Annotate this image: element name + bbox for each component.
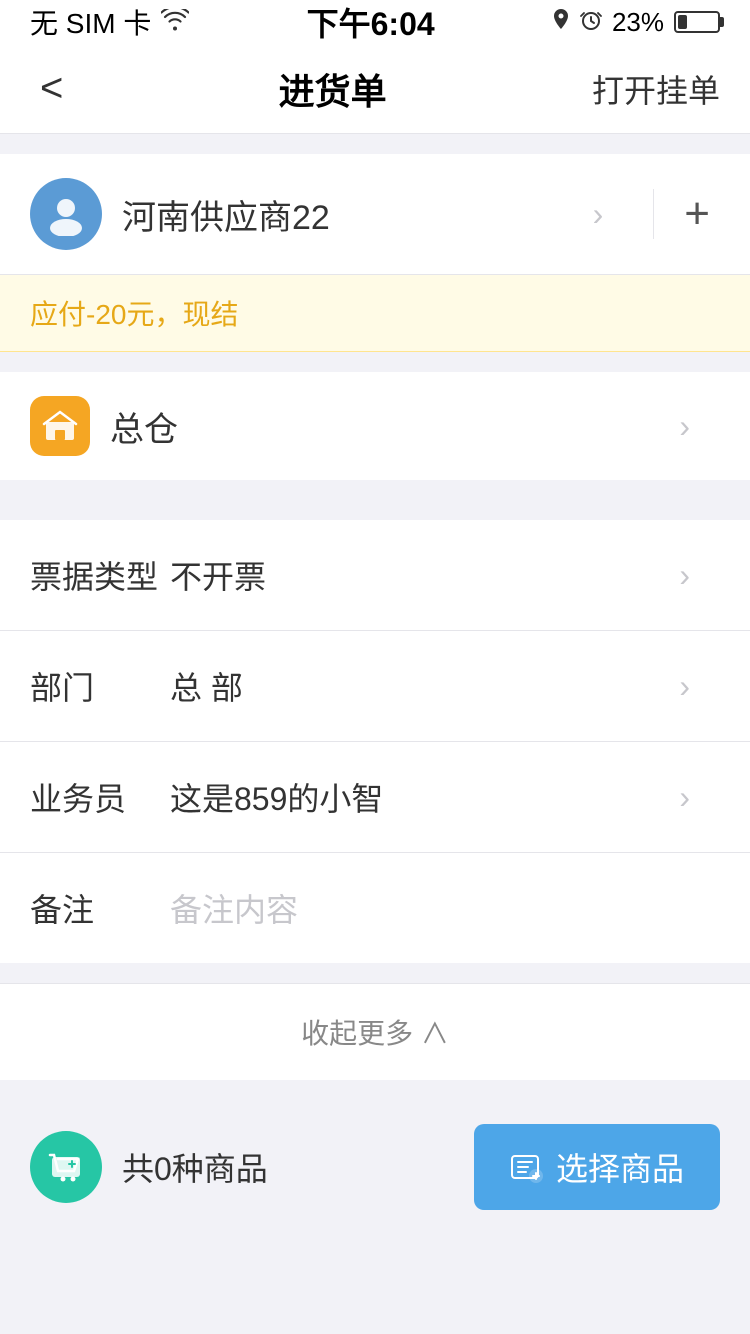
battery-percentage: 23% <box>612 7 664 38</box>
warehouse-row[interactable]: 总仓 › <box>0 372 750 480</box>
add-supplier-button[interactable]: + <box>674 189 720 239</box>
invoice-label: 票据类型 <box>30 552 170 598</box>
cart-icon-wrap <box>30 1131 102 1203</box>
remark-input[interactable]: 备注内容 <box>170 885 720 931</box>
content: 河南供应商22 › + 应付-20元，现结 总仓 › 票据类型 不开票 › <box>0 134 750 1234</box>
wifi-icon <box>161 7 189 38</box>
department-label: 部门 <box>30 663 170 709</box>
select-product-button[interactable]: 选择商品 <box>474 1124 720 1210</box>
warehouse-chevron-icon: › <box>679 408 690 445</box>
department-row[interactable]: 部门 总 部 › <box>0 631 750 742</box>
warehouse-name: 总仓 <box>110 402 679 451</box>
carrier-text: 无 SIM 卡 <box>30 2 151 42</box>
product-count: 共0种商品 <box>122 1144 454 1190</box>
select-product-label: 选择商品 <box>556 1144 684 1190</box>
collapse-label: 收起更多 ∧ <box>301 1012 449 1052</box>
notice-banner: 应付-20元，现结 <box>0 275 750 352</box>
section-gap-3 <box>0 480 750 500</box>
invoice-value: 不开票 <box>170 552 679 598</box>
supplier-name: 河南供应商22 <box>122 190 593 239</box>
form-section: 票据类型 不开票 › 部门 总 部 › 业务员 这是859的小智 › 备注 备注… <box>0 520 750 963</box>
salesman-chevron-icon: › <box>679 779 690 816</box>
department-value: 总 部 <box>170 663 679 709</box>
supplier-avatar <box>30 178 102 250</box>
status-bar: 无 SIM 卡 下午6:04 23% <box>0 0 750 44</box>
bottom-bar: 共0种商品 选择商品 <box>0 1100 750 1234</box>
salesman-row[interactable]: 业务员 这是859的小智 › <box>0 742 750 853</box>
supplier-row[interactable]: 河南供应商22 › + <box>0 154 750 275</box>
status-right: 23% <box>552 7 720 38</box>
select-product-icon <box>510 1150 544 1184</box>
section-gap-1 <box>0 134 750 154</box>
page-title: 进货单 <box>279 63 387 115</box>
invoice-chevron-icon: › <box>679 557 690 594</box>
location-icon <box>552 7 570 38</box>
status-time: 下午6:04 <box>307 0 435 45</box>
alarm-icon <box>580 7 602 38</box>
supplier-section: 河南供应商22 › + 应付-20元，现结 <box>0 154 750 352</box>
invoice-row[interactable]: 票据类型 不开票 › <box>0 520 750 631</box>
section-gap-2 <box>0 352 750 372</box>
supplier-divider <box>653 189 654 239</box>
cart-icon <box>46 1147 86 1187</box>
notice-text: 应付-20元，现结 <box>30 299 238 330</box>
supplier-chevron-icon: › <box>593 196 604 233</box>
status-left: 无 SIM 卡 <box>30 2 189 42</box>
nav-bar: < 进货单 打开挂单 <box>0 44 750 134</box>
warehouse-icon <box>30 396 90 456</box>
remark-label: 备注 <box>30 885 170 931</box>
collapse-row[interactable]: 收起更多 ∧ <box>0 983 750 1080</box>
battery-icon <box>674 11 720 33</box>
back-button[interactable]: < <box>30 56 73 121</box>
open-pending-button[interactable]: 打开挂单 <box>592 66 720 112</box>
salesman-value: 这是859的小智 <box>170 774 679 820</box>
remark-row[interactable]: 备注 备注内容 <box>0 853 750 963</box>
salesman-label: 业务员 <box>30 774 170 820</box>
department-chevron-icon: › <box>679 668 690 705</box>
